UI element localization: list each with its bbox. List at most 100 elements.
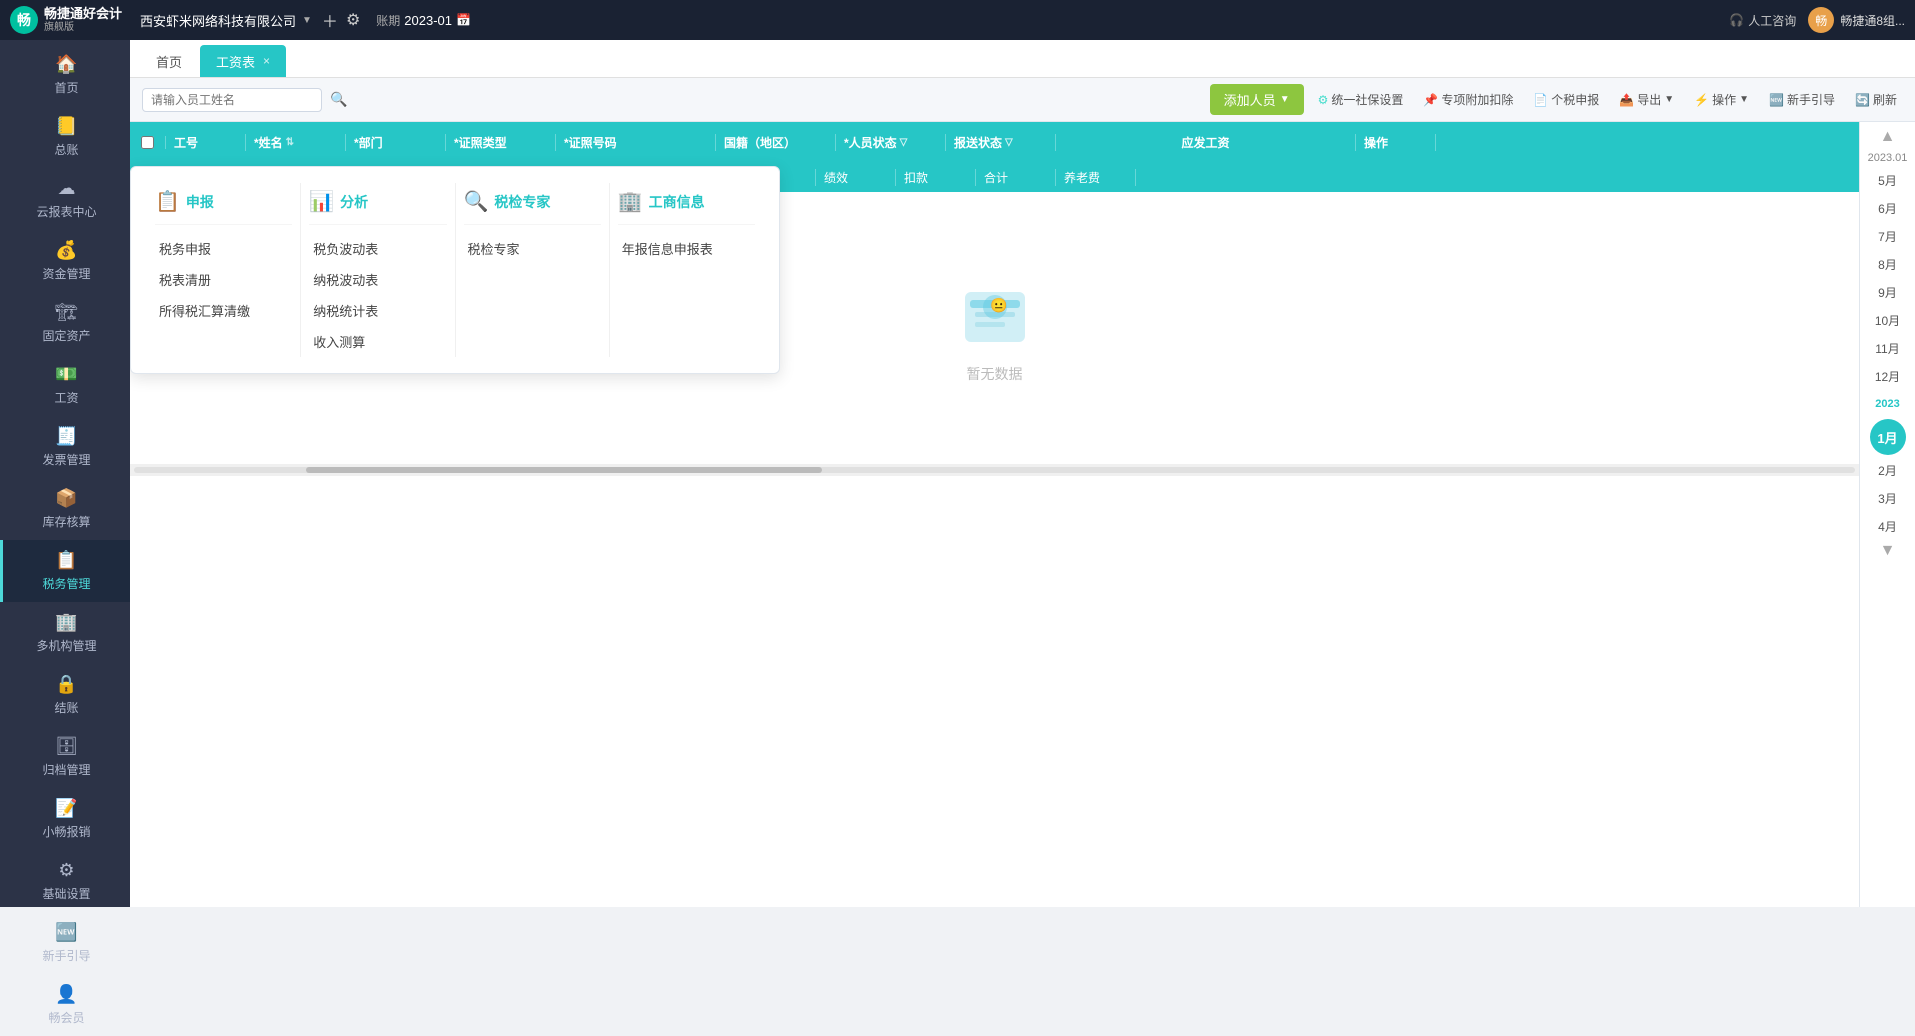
cal-month-8[interactable]: 8月 bbox=[1866, 251, 1910, 277]
sidebar-item-invoice[interactable]: 🧾 发票管理 bbox=[0, 416, 130, 478]
cal-month-2[interactable]: 2月 bbox=[1866, 457, 1910, 483]
tab-close-button[interactable]: × bbox=[263, 54, 270, 68]
sidebar-item-basic-settings[interactable]: ⚙ 基础设置 bbox=[0, 850, 130, 912]
table-container: 工号 *姓名 ⇅ *部门 *证照类型 *证照号码 bbox=[130, 122, 1859, 907]
sidebar-item-archive[interactable]: 🗄 归档管理 bbox=[0, 726, 130, 788]
calendar-up-button[interactable]: ▲ bbox=[1878, 126, 1898, 148]
member-icon: 👤 bbox=[55, 984, 77, 1005]
cal-month-5[interactable]: 5月 bbox=[1866, 167, 1910, 193]
logo-icon: 畅 bbox=[10, 6, 38, 34]
menu-item-annual-report[interactable]: 年报信息申报表 bbox=[618, 233, 755, 264]
company-selector[interactable]: 西安虾米网络科技有限公司 ▼ bbox=[140, 11, 312, 30]
menu-item-tax-expert[interactable]: 税检专家 bbox=[464, 233, 601, 264]
invoice-icon: 🧾 bbox=[55, 426, 77, 447]
sidebar-item-fixed-assets[interactable]: 🏗 固定资产 bbox=[0, 292, 130, 354]
business-info-section-icon: 🏢 bbox=[618, 189, 643, 214]
horizontal-scrollbar[interactable] bbox=[130, 464, 1859, 476]
menu-item-income-tax-settle[interactable]: 所得税汇算清缴 bbox=[155, 295, 292, 326]
settings-icon[interactable]: ⚙ bbox=[346, 10, 360, 30]
service-button[interactable]: 🎧 人工咨询 bbox=[1729, 12, 1796, 29]
tab-bar: 首页 工资表 × bbox=[130, 40, 1915, 78]
menu-item-tax-burden-fluctuation[interactable]: 税负波动表 bbox=[309, 233, 446, 264]
cal-month-3[interactable]: 3月 bbox=[1866, 485, 1910, 511]
tab-payroll-table[interactable]: 工资表 × bbox=[200, 45, 286, 77]
sidebar-item-xiao-report[interactable]: 📝 小畅报销 bbox=[0, 788, 130, 850]
social-security-action[interactable]: ⚙ 统一社保设置 bbox=[1312, 87, 1410, 112]
new-guide-toolbar-label: 新手引导 bbox=[1787, 91, 1835, 108]
menu-item-tax-statistics[interactable]: 纳税统计表 bbox=[309, 295, 446, 326]
sidebar-item-tax[interactable]: 📋 税务管理 bbox=[0, 540, 130, 602]
scroll-thumb[interactable] bbox=[306, 467, 822, 473]
payroll-icon: 💵 bbox=[55, 364, 77, 385]
inventory-icon: 📦 bbox=[55, 488, 77, 509]
sidebar-label-cloud-report: 云报表中心 bbox=[36, 203, 96, 220]
sidebar-item-inventory[interactable]: 📦 库存核算 bbox=[0, 478, 130, 540]
sidebar-label-invoice: 发票管理 bbox=[42, 451, 90, 468]
sort-name-icon: ⇅ bbox=[286, 137, 294, 148]
th-deduction: 扣款 bbox=[896, 169, 976, 186]
operations-action[interactable]: ⚡ 操作 ▼ bbox=[1688, 87, 1755, 112]
sidebar-item-closing[interactable]: 🔒 结账 bbox=[0, 664, 130, 726]
tab-home-label: 首页 bbox=[156, 52, 182, 71]
sidebar-item-member[interactable]: 👤 畅会员 bbox=[0, 974, 130, 1036]
th-report-status[interactable]: 报送状态 ▽ bbox=[946, 134, 1056, 151]
cal-month-6[interactable]: 6月 bbox=[1866, 195, 1910, 221]
new-guide-action[interactable]: 🆕 新手引导 bbox=[1763, 87, 1841, 112]
declaration-section-title: 申报 bbox=[186, 192, 214, 212]
search-input[interactable] bbox=[142, 88, 322, 112]
sidebar-item-new-guide[interactable]: 🆕 新手引导 bbox=[0, 912, 130, 974]
tax-expert-section-title: 税检专家 bbox=[494, 192, 550, 212]
menu-item-tax-table[interactable]: 税表清册 bbox=[155, 264, 292, 295]
tax-return-label: 个税申报 bbox=[1551, 91, 1599, 108]
tab-payroll-label: 工资表 bbox=[216, 52, 255, 71]
tab-home[interactable]: 首页 bbox=[140, 45, 198, 77]
sidebar-item-cloud-report[interactable]: ☁ 云报表中心 bbox=[0, 168, 130, 230]
cal-month-9[interactable]: 9月 bbox=[1866, 279, 1910, 305]
social-security-icon: ⚙ bbox=[1318, 93, 1329, 107]
period-label: 账期 bbox=[376, 12, 400, 29]
calendar-down-button[interactable]: ▼ bbox=[1878, 540, 1898, 562]
cal-month-12[interactable]: 12月 bbox=[1866, 363, 1910, 389]
add-people-button[interactable]: 添加人员 ▼ bbox=[1210, 84, 1304, 115]
new-guide-icon: 🆕 bbox=[55, 922, 77, 943]
th-name[interactable]: *姓名 ⇅ bbox=[246, 134, 346, 151]
th-performance: 绩效 bbox=[816, 169, 896, 186]
sidebar-label-xiao-report: 小畅报销 bbox=[42, 823, 90, 840]
select-all-checkbox[interactable] bbox=[141, 136, 154, 149]
archive-icon: 🗄 bbox=[55, 736, 78, 757]
cal-month-4[interactable]: 4月 bbox=[1866, 513, 1910, 539]
th-status[interactable]: *人员状态 ▽ bbox=[836, 134, 946, 151]
sidebar-label-inventory: 库存核算 bbox=[42, 513, 90, 530]
th-pension: 养老费 bbox=[1056, 169, 1136, 186]
analysis-section-icon: 📊 bbox=[309, 189, 334, 214]
tax-return-icon: 📄 bbox=[1533, 93, 1548, 107]
calendar-icon[interactable]: 📅 bbox=[456, 13, 471, 27]
cal-month-10[interactable]: 10月 bbox=[1866, 307, 1910, 333]
tax-return-action[interactable]: 📄 个税申报 bbox=[1527, 87, 1605, 112]
add-company-button[interactable]: ＋ bbox=[322, 8, 338, 32]
th-checkbox[interactable] bbox=[130, 136, 166, 149]
sidebar-item-payroll[interactable]: 💵 工资 bbox=[0, 354, 130, 416]
sidebar-label-funds: 资金管理 bbox=[42, 265, 90, 282]
menu-item-tax-declaration[interactable]: 税务申报 bbox=[155, 233, 292, 264]
operations-icon: ⚡ bbox=[1694, 93, 1709, 107]
menu-item-tax-payment-fluctuation[interactable]: 纳税波动表 bbox=[309, 264, 446, 295]
th-id: 工号 bbox=[166, 134, 246, 151]
menu-item-income-forecast[interactable]: 收入测算 bbox=[309, 326, 446, 357]
search-button[interactable]: 🔍 bbox=[330, 91, 347, 108]
sidebar-item-multi-org[interactable]: 🏢 多机构管理 bbox=[0, 602, 130, 664]
cal-month-7[interactable]: 7月 bbox=[1866, 223, 1910, 249]
cal-month-active-1[interactable]: 1月 bbox=[1870, 419, 1906, 455]
sidebar-item-funds[interactable]: 💰 资金管理 bbox=[0, 230, 130, 292]
special-deduction-label: 专项附加扣除 bbox=[1441, 91, 1513, 108]
avatar: 畅 bbox=[1808, 7, 1834, 33]
sidebar-item-home[interactable]: 🏠 首页 bbox=[0, 44, 130, 106]
refresh-action[interactable]: 🔄 刷新 bbox=[1849, 87, 1903, 112]
add-people-label: 添加人员 bbox=[1224, 90, 1276, 109]
sidebar-item-ledger[interactable]: 📒 总账 bbox=[0, 106, 130, 168]
svg-text:😐: 😐 bbox=[990, 297, 1007, 313]
ledger-icon: 📒 bbox=[55, 116, 77, 137]
export-action[interactable]: 📤 导出 ▼ bbox=[1613, 87, 1680, 112]
cal-month-11[interactable]: 11月 bbox=[1866, 335, 1910, 361]
special-deduction-action[interactable]: 📌 专项附加扣除 bbox=[1417, 87, 1519, 112]
